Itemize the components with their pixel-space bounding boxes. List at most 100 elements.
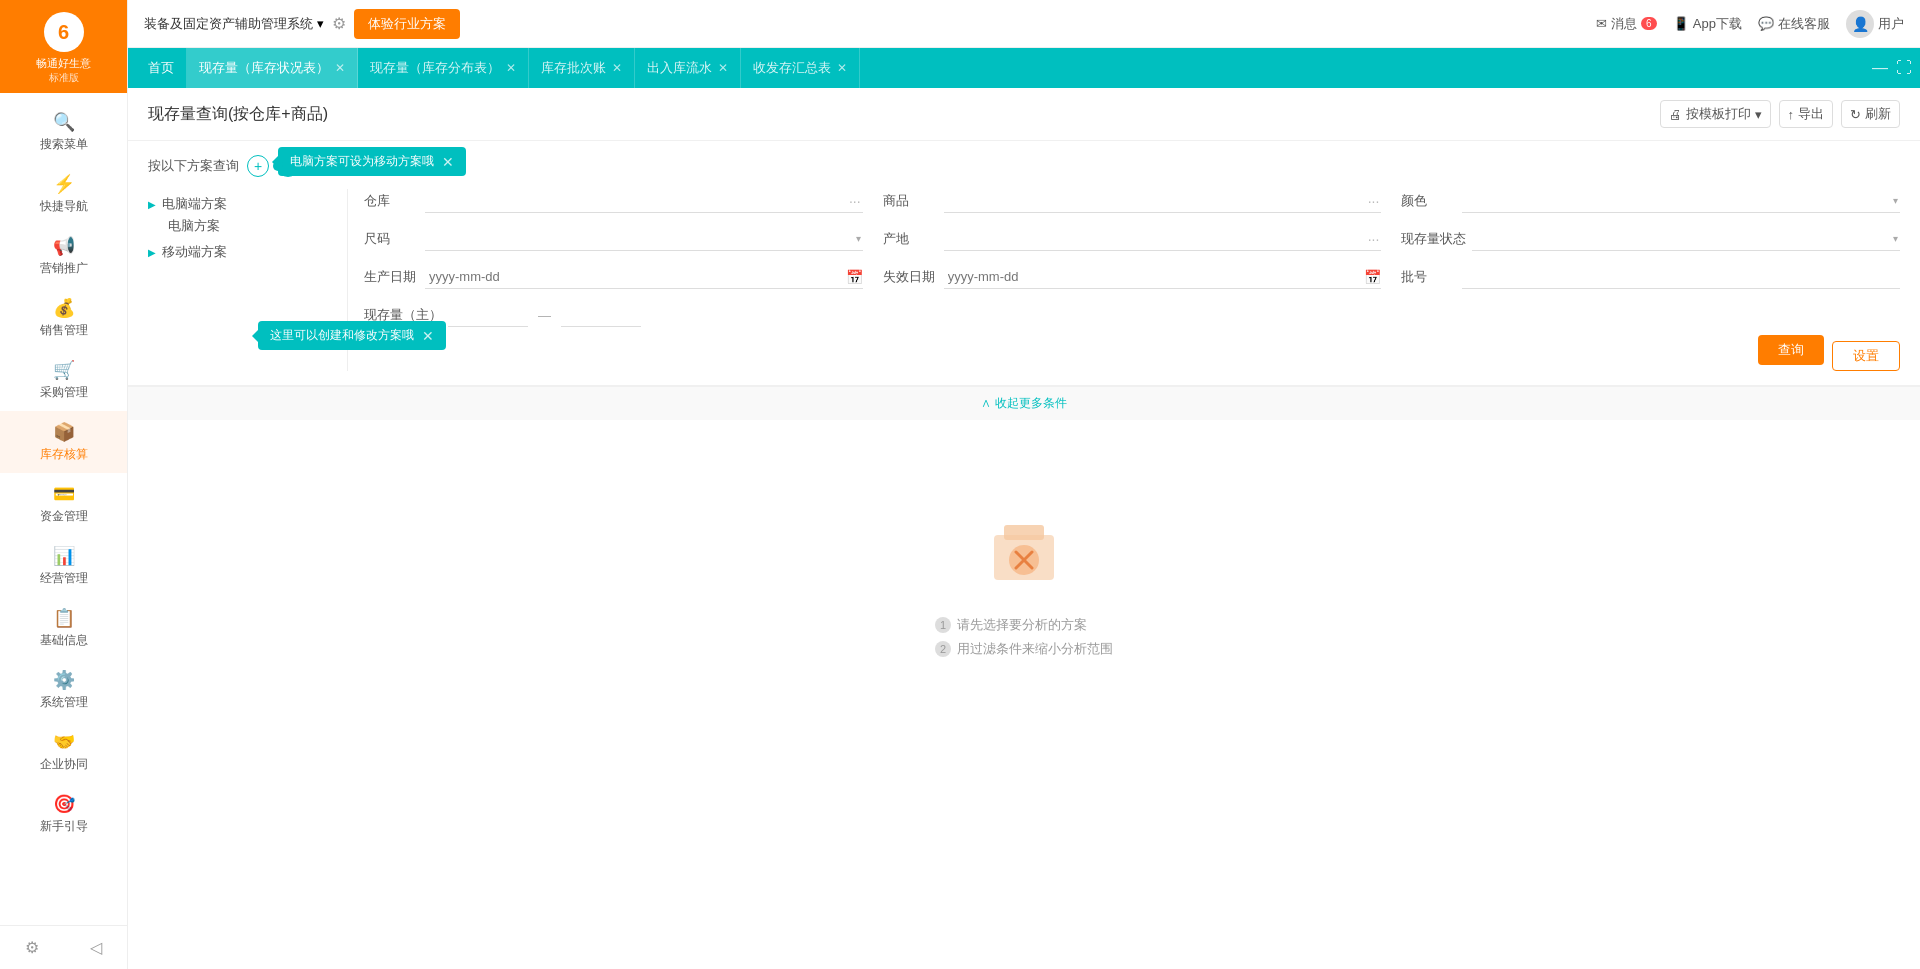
size-select[interactable] [425, 227, 863, 250]
avatar: 👤 [1846, 10, 1874, 38]
sidebar-item-nav[interactable]: ⚡ 快捷导航 [0, 163, 127, 225]
inventory-icon: 📦 [53, 421, 75, 443]
scheme-tooltip-text: 电脑方案可设为移动方案哦 [290, 153, 434, 170]
gear-icon[interactable]: ⚙ [332, 14, 346, 33]
goods-dots-icon[interactable]: ··· [1366, 193, 1382, 209]
filter-add-button[interactable]: + [247, 155, 269, 177]
logo-text: 畅通好生意 [36, 56, 91, 71]
sidebar-item-marketing[interactable]: 📢 营销推广 [0, 225, 127, 287]
sidebar-item-label: 资金管理 [40, 508, 88, 525]
origin-dots-icon[interactable]: ··· [1366, 231, 1382, 247]
industry-button[interactable]: 体验行业方案 [354, 9, 460, 39]
tab-maximize-icon[interactable]: ⛶ [1896, 59, 1912, 77]
app-download-action[interactable]: 📱 App下载 [1673, 15, 1742, 33]
tab-minimize-icon[interactable]: — [1872, 59, 1888, 77]
desktop-scheme-item[interactable]: 电脑方案 [148, 215, 331, 237]
nav-icon: ⚡ [53, 173, 75, 195]
settings-icon[interactable]: ⚙ [25, 938, 39, 957]
collapse-bar[interactable]: ∧ 收起更多条件 [128, 386, 1920, 420]
origin-input[interactable] [944, 227, 1366, 250]
sidebar-item-label: 新手引导 [40, 818, 88, 835]
sidebar-item-search[interactable]: 🔍 搜索菜单 [0, 101, 127, 163]
filter-header: 按以下方案查询 + ↻ ⟵ 电脑方案可设为移动方案哦 ✕ [148, 155, 1900, 177]
prod-date-input[interactable] [425, 265, 846, 288]
stock-main-to-input[interactable] [561, 303, 737, 326]
mobile-scheme-label: 移动端方案 [162, 243, 227, 261]
origin-input-wrap: ··· [944, 227, 1382, 251]
tab-batch[interactable]: 库存批次账 ✕ [529, 48, 635, 88]
print-button[interactable]: 🖨 按模板打印 ▾ [1660, 100, 1771, 128]
expire-date-input-wrap: 📅 [944, 265, 1382, 289]
tab-flow[interactable]: 出入库流水 ✕ [635, 48, 741, 88]
tab-bar: 首页 现存量（库存状况表） ✕ 现存量（库存分布表） ✕ 库存批次账 ✕ 出入库… [128, 48, 1920, 88]
calendar-icon[interactable]: 📅 [846, 269, 863, 285]
user-action[interactable]: 👤 用户 [1846, 10, 1904, 38]
batch-input[interactable] [1462, 265, 1900, 288]
tab-batch-label: 库存批次账 [541, 59, 606, 77]
stock-main-from-wrap [448, 303, 528, 327]
goods-input[interactable] [944, 189, 1366, 212]
app-download-label: App下载 [1693, 15, 1742, 33]
expire-date-input[interactable] [944, 265, 1365, 288]
messages-action[interactable]: ✉ 消息 6 [1596, 15, 1657, 33]
tab-close-icon[interactable]: ✕ [718, 61, 728, 75]
avatar-icon: 👤 [1852, 16, 1869, 32]
desktop-scheme-group: ▶ 电脑端方案 电脑方案 [148, 193, 331, 237]
sidebar-item-system[interactable]: ⚙️ 系统管理 [0, 659, 127, 721]
warehouse-input[interactable] [425, 189, 847, 212]
tab-close-icon[interactable]: ✕ [506, 61, 516, 75]
tab-inventory-dist[interactable]: 现存量（库存分布表） ✕ [358, 48, 529, 88]
sidebar-nav: 🔍 搜索菜单 ⚡ 快捷导航 📢 营销推广 💰 销售管理 🛒 采购管理 📦 库存核… [0, 93, 127, 925]
sidebar-item-inventory[interactable]: 📦 库存核算 [0, 411, 127, 473]
search-icon: 🔍 [53, 111, 75, 133]
tab-inventory-status-label: 现存量（库存状况表） [199, 59, 329, 77]
tab-home[interactable]: 首页 [136, 48, 187, 88]
page-title: 现存量查询(按仓库+商品) [148, 104, 328, 125]
content-area: 现存量查询(按仓库+商品) 🖨 按模板打印 ▾ ↑ 导出 ↻ 刷新 [128, 88, 1920, 969]
goods-input-wrap: ··· [944, 189, 1382, 213]
export-button[interactable]: ↑ 导出 [1779, 100, 1834, 128]
tab-close-icon[interactable]: ✕ [335, 61, 345, 75]
tab-flow-label: 出入库流水 [647, 59, 712, 77]
edit-tooltip-text: 这里可以创建和修改方案哦 [270, 327, 414, 344]
tab-inventory-status[interactable]: 现存量（库存状况表） ✕ [187, 48, 358, 88]
tab-summary[interactable]: 收发存汇总表 ✕ [741, 48, 860, 88]
reset-button[interactable]: 设置 [1832, 341, 1900, 371]
sidebar-item-basics[interactable]: 📋 基础信息 [0, 597, 127, 659]
tab-close-icon[interactable]: ✕ [837, 61, 847, 75]
sales-icon: 💰 [53, 297, 75, 319]
main-content: 装备及固定资产辅助管理系统 ▾ ⚙ 体验行业方案 ✉ 消息 6 📱 App下载 … [128, 0, 1920, 969]
system-title-dropdown[interactable]: 装备及固定资产辅助管理系统 ▾ [144, 15, 324, 33]
tab-summary-label: 收发存汇总表 [753, 59, 831, 77]
page-container: 现存量查询(按仓库+商品) 🖨 按模板打印 ▾ ↑ 导出 ↻ 刷新 [128, 88, 1920, 969]
goods-label: 商品 [883, 192, 938, 210]
sidebar-item-label: 销售管理 [40, 322, 88, 339]
mobile-scheme-header[interactable]: ▶ 移动端方案 [148, 241, 331, 263]
search-button[interactable]: 查询 [1758, 335, 1824, 365]
edit-tooltip-close[interactable]: ✕ [422, 328, 434, 344]
tip-text-2: 用过滤条件来缩小分析范围 [957, 640, 1113, 658]
collapse-sidebar-icon[interactable]: ◁ [90, 938, 102, 957]
refresh-button[interactable]: ↻ 刷新 [1841, 100, 1900, 128]
online-support-action[interactable]: 💬 在线客服 [1758, 15, 1830, 33]
warehouse-dots-icon[interactable]: ··· [847, 193, 863, 209]
desktop-scheme-header[interactable]: ▶ 电脑端方案 [148, 193, 331, 215]
color-select[interactable] [1462, 189, 1900, 212]
sidebar-item-management[interactable]: 📊 经营管理 [0, 535, 127, 597]
sidebar-item-guide[interactable]: 🎯 新手引导 [0, 783, 127, 845]
warehouse-input-wrap: ··· [425, 189, 863, 213]
scheme-tooltip-close[interactable]: ✕ [442, 154, 454, 170]
sidebar-item-sales[interactable]: 💰 销售管理 [0, 287, 127, 349]
calendar-icon[interactable]: 📅 [1364, 269, 1381, 285]
management-icon: 📊 [53, 545, 75, 567]
sidebar-item-purchase[interactable]: 🛒 采购管理 [0, 349, 127, 411]
stock-status-select[interactable] [1472, 227, 1900, 250]
warehouse-field: 仓库 ··· [364, 189, 863, 213]
sidebar-item-finance[interactable]: 💳 资金管理 [0, 473, 127, 535]
origin-label: 产地 [883, 230, 938, 248]
tab-inventory-dist-label: 现存量（库存分布表） [370, 59, 500, 77]
messages-label: 消息 [1611, 15, 1637, 33]
sidebar-item-collab[interactable]: 🤝 企业协同 [0, 721, 127, 783]
tab-close-icon[interactable]: ✕ [612, 61, 622, 75]
scheme-tree: ▶ 电脑端方案 电脑方案 ▶ 移动端方案 [148, 189, 331, 271]
